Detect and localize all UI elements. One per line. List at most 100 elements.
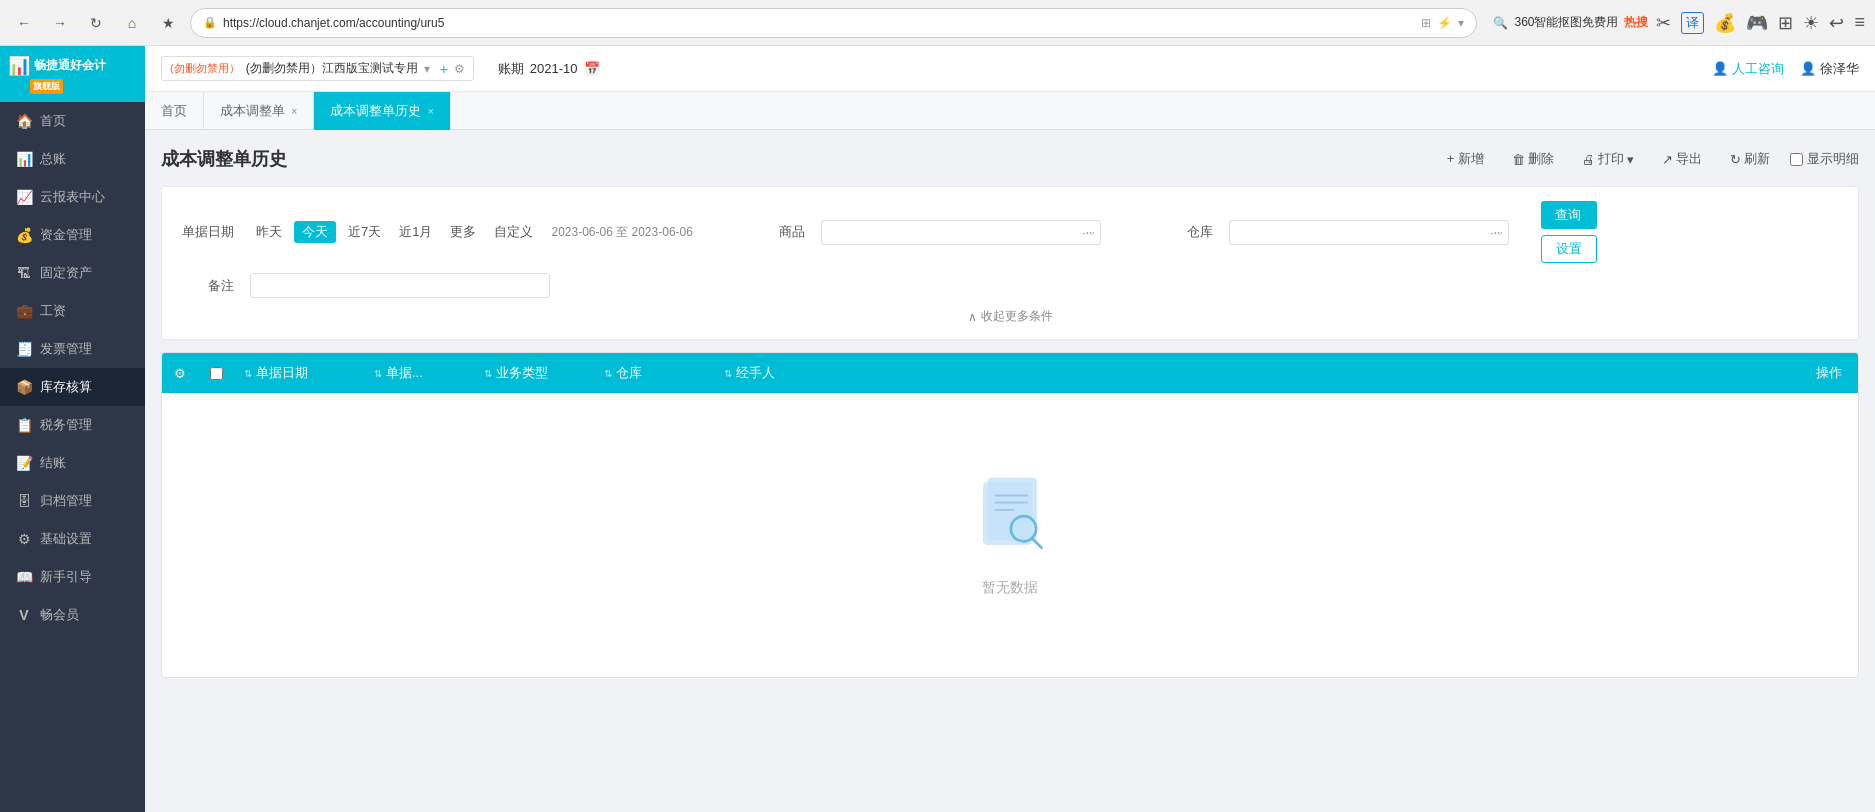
period-info: 账期 2021-10 📅 (498, 60, 600, 78)
tab-cost-adjustment-history[interactable]: 成本调整单历史 × (314, 92, 450, 130)
settings-filter-button[interactable]: 设置 (1541, 235, 1597, 263)
browser-tools-icon: ⊞ (1421, 16, 1431, 30)
undo-icon: ↩ (1829, 12, 1844, 34)
lock-icon: 🔒 (203, 16, 217, 29)
date-option-more[interactable]: 更多 (444, 221, 482, 243)
settings-icon: ⚙ (16, 531, 32, 547)
tab-home[interactable]: 首页 (145, 92, 204, 130)
sidebar-item-vip[interactable]: V 畅会员 (0, 596, 145, 634)
home-button[interactable]: ⌂ (118, 9, 146, 37)
content-area: 成本调整单历史 + 新增 🗑 删除 🖨 打印 ▾ ↗ 导出 (145, 130, 1875, 812)
date-option-7days[interactable]: 近7天 (342, 221, 387, 243)
fixed-assets-icon: 🏗 (16, 265, 32, 281)
back-button[interactable]: ← (10, 9, 38, 37)
sidebar-item-settings[interactable]: ⚙ 基础设置 (0, 520, 145, 558)
query-button[interactable]: 查询 (1541, 201, 1597, 229)
company-dropdown-icon: ▾ (424, 62, 430, 76)
sidebar-item-funds[interactable]: 💰 资金管理 (0, 216, 145, 254)
th-date[interactable]: ⇅ 单据日期 (234, 364, 364, 382)
refresh-icon: ↻ (1730, 152, 1741, 167)
collapse-label: 收起更多条件 (981, 308, 1053, 325)
address-bar[interactable]: 🔒 https://cloud.chanjet.com/accounting/u… (190, 8, 1477, 38)
add-company-icon[interactable]: + (440, 61, 448, 77)
export-icon: ↗ (1662, 152, 1673, 167)
sidebar-item-archive[interactable]: 🗄 归档管理 (0, 482, 145, 520)
forward-button[interactable]: → (46, 9, 74, 37)
th-no-label: 单据... (386, 364, 423, 382)
sidebar-item-closing[interactable]: 📝 结账 (0, 444, 145, 482)
show-details-checkbox[interactable]: 显示明细 (1790, 150, 1859, 168)
th-no[interactable]: ⇅ 单据... (364, 364, 474, 382)
goods-select-wrapper[interactable]: ··· (821, 220, 1101, 245)
th-handler[interactable]: ⇅ 经手人 (714, 364, 844, 382)
sidebar-item-tax[interactable]: 📋 税务管理 (0, 406, 145, 444)
delete-button[interactable]: 🗑 删除 (1504, 146, 1562, 172)
game-icon: 🎮 (1746, 12, 1768, 34)
th-actions-label: 操作 (1816, 365, 1842, 380)
notes-input[interactable] (250, 273, 550, 298)
show-details-label: 显示明细 (1807, 150, 1859, 168)
tab-bar: 首页 成本调整单 × 成本调整单历史 × (145, 92, 1875, 130)
sidebar-item-payroll[interactable]: 💼 工资 (0, 292, 145, 330)
tab-cost-adjustment-close[interactable]: × (291, 105, 297, 117)
date-filter-label: 单据日期 (178, 223, 234, 241)
collapse-button[interactable]: ∧ 收起更多条件 (968, 308, 1053, 325)
tax-icon: 📋 (16, 417, 32, 433)
sidebar-item-invoices[interactable]: 🧾 发票管理 (0, 330, 145, 368)
url-text: https://cloud.chanjet.com/accounting/uru… (223, 16, 444, 30)
th-warehouse[interactable]: ⇅ 仓库 (594, 364, 714, 382)
sidebar-item-ledger[interactable]: 📊 总账 (0, 140, 145, 178)
goods-input[interactable] (821, 220, 1101, 245)
user-avatar-icon: 👤 (1800, 61, 1816, 76)
tab-cost-adjustment-history-close[interactable]: × (427, 105, 433, 117)
sidebar-item-fixed-assets[interactable]: 🏗 固定资产 (0, 254, 145, 292)
table-select-all[interactable] (198, 367, 234, 380)
calendar-icon[interactable]: 📅 (584, 61, 600, 76)
warehouse-select-wrapper[interactable]: ··· (1229, 220, 1509, 245)
dropdown-icon: ▾ (1458, 16, 1464, 30)
warning-label: (勿删勿禁用） (170, 61, 240, 76)
logo-icon: 📊 (8, 55, 30, 77)
show-details-input[interactable] (1790, 153, 1803, 166)
sidebar-item-home[interactable]: 🏠 首页 (0, 102, 145, 140)
table-settings-icon[interactable]: ⚙ (162, 366, 198, 381)
th-type[interactable]: ⇅ 业务类型 (474, 364, 594, 382)
page-actions: + 新增 🗑 删除 🖨 打印 ▾ ↗ 导出 ↻ (1439, 146, 1859, 172)
settings-small-icon[interactable]: ⚙ (454, 62, 465, 76)
export-label: 导出 (1676, 150, 1702, 168)
sidebar-item-guide[interactable]: 📖 新手引导 (0, 558, 145, 596)
logo-text: 畅捷通好会计 (34, 57, 106, 74)
date-option-custom[interactable]: 自定义 (488, 221, 539, 243)
service-button[interactable]: 👤 人工咨询 (1712, 60, 1784, 78)
refresh-button[interactable]: ↻ 刷新 (1722, 146, 1778, 172)
period-value: 2021-10 (530, 61, 578, 76)
print-button[interactable]: 🖨 打印 ▾ (1574, 146, 1642, 172)
print-label: 打印 (1598, 150, 1624, 168)
sidebar-vip-label: 畅会员 (40, 606, 79, 624)
tab-cost-adjustment[interactable]: 成本调整单 × (204, 92, 314, 130)
print-icon: 🖨 (1582, 152, 1595, 167)
refresh-browser-button[interactable]: ↻ (82, 9, 110, 37)
date-option-today[interactable]: 今天 (294, 221, 336, 243)
select-all-checkbox[interactable] (210, 367, 223, 380)
star-button[interactable]: ★ (154, 9, 182, 37)
menu-icon: ≡ (1854, 12, 1865, 33)
browser-search-area: 🔍 360智能抠图免费用 热搜 (1493, 14, 1648, 31)
headset-icon: 👤 (1712, 61, 1728, 76)
vip-icon: V (16, 607, 32, 623)
refresh-label: 刷新 (1744, 150, 1770, 168)
date-option-yesterday[interactable]: 昨天 (250, 221, 288, 243)
th-actions: 操作 (1816, 364, 1858, 382)
export-button[interactable]: ↗ 导出 (1654, 146, 1710, 172)
new-button[interactable]: + 新增 (1439, 146, 1492, 172)
empty-icon (965, 473, 1055, 563)
date-range-text: 2023-06-06 至 2023-06-06 (551, 224, 692, 241)
tab-cost-adjustment-label: 成本调整单 (220, 102, 285, 120)
sidebar: 📊 畅捷通好会计 旗舰版 🏠 首页 📊 总账 📈 云报表中心 💰 资金管理 (0, 46, 145, 812)
sidebar-item-inventory[interactable]: 📦 库存核算 (0, 368, 145, 406)
user-info[interactable]: 👤 徐泽华 (1800, 60, 1859, 78)
warehouse-input[interactable] (1229, 220, 1509, 245)
company-selector[interactable]: (勿删勿禁用） (勿删勿禁用）江西版宝测试专用 ▾ + ⚙ (161, 56, 474, 81)
sidebar-item-reports[interactable]: 📈 云报表中心 (0, 178, 145, 216)
date-option-1month[interactable]: 近1月 (393, 221, 438, 243)
